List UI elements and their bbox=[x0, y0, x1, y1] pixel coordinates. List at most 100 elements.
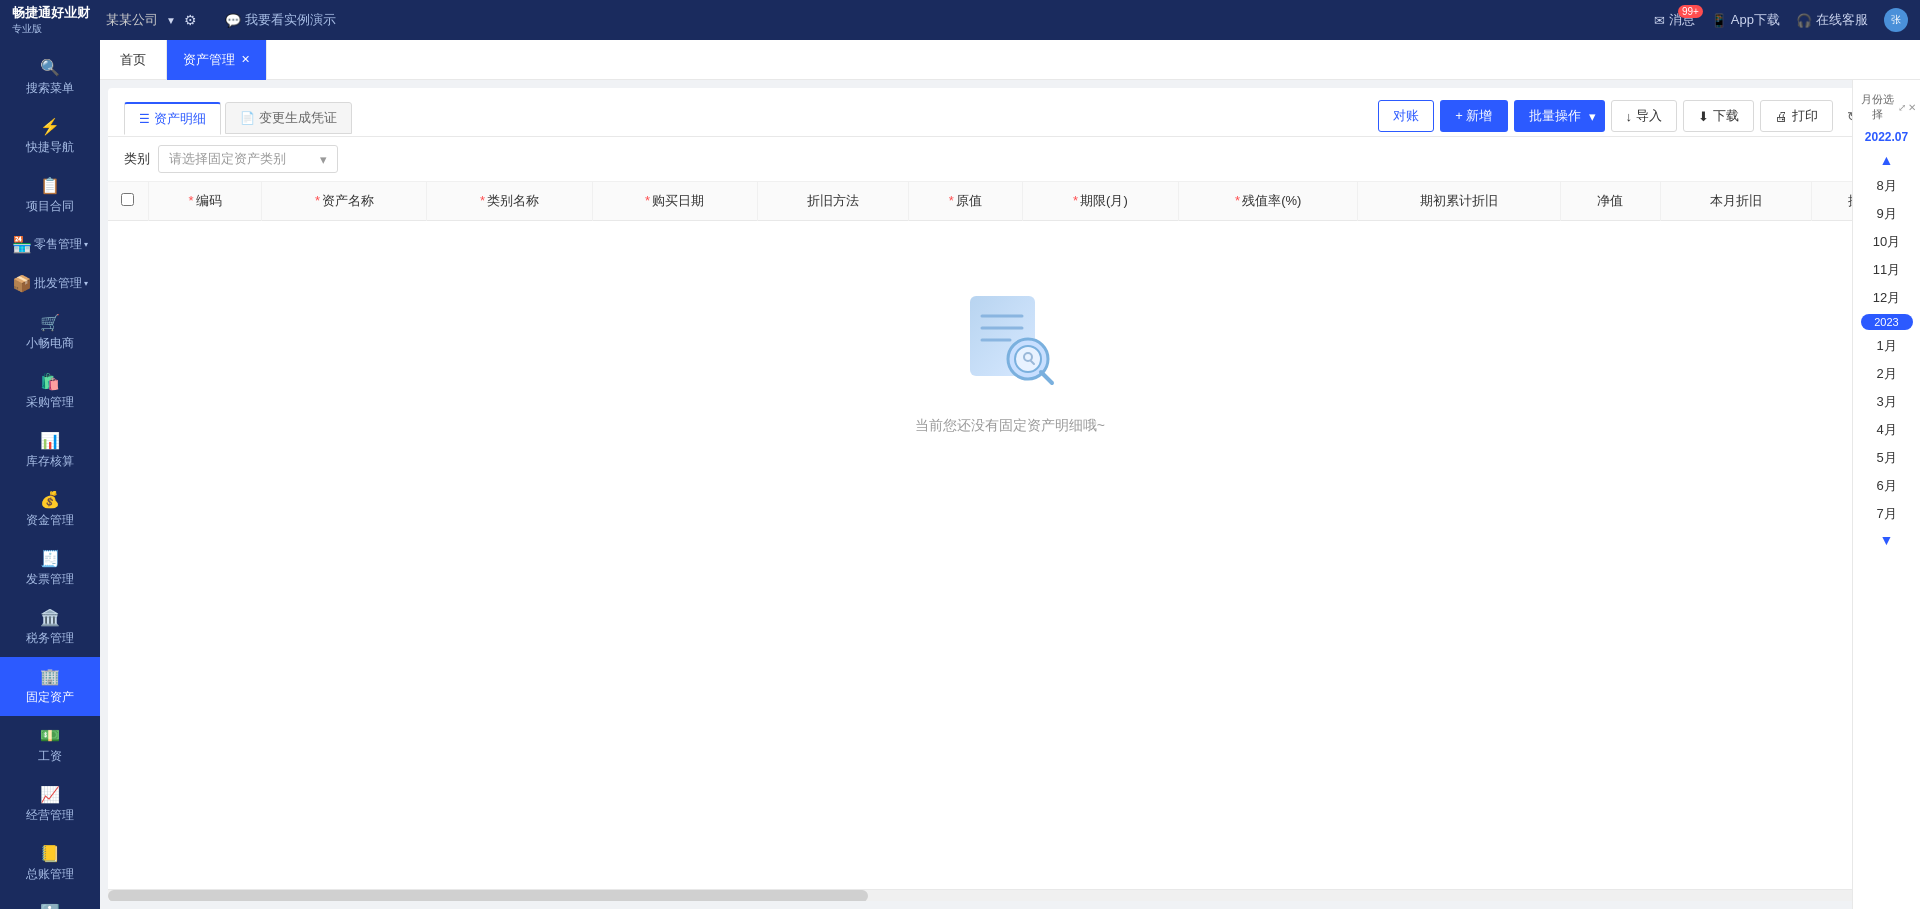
empty-state: 当前您还没有固定资产明细哦~ bbox=[108, 221, 1912, 495]
month-item-1[interactable]: 1月 bbox=[1861, 332, 1913, 360]
month-item-8[interactable]: 8月 bbox=[1861, 172, 1913, 200]
sidebar-item-inventory[interactable]: 📊 库存核算 bbox=[0, 421, 100, 480]
month-item-2[interactable]: 2月 bbox=[1861, 360, 1913, 388]
tab-close-icon[interactable]: ✕ bbox=[241, 53, 250, 66]
online-service-btn[interactable]: 🎧 在线客服 bbox=[1796, 11, 1868, 29]
add-button[interactable]: + 新增 bbox=[1440, 100, 1507, 132]
batch-arrow-icon: ▾ bbox=[1589, 109, 1596, 124]
sidebar-label-invoice-manage: 发票管理 bbox=[26, 571, 74, 588]
filter-label: 类别 bbox=[124, 150, 150, 168]
month-item-11[interactable]: 11月 bbox=[1861, 256, 1913, 284]
month-item-6[interactable]: 6月 bbox=[1861, 472, 1913, 500]
col-period-depreciation: 期初累计折旧 bbox=[1358, 182, 1560, 221]
messages-btn[interactable]: ✉ 消息 99+ bbox=[1654, 11, 1695, 29]
month-panel-close-icon[interactable]: ✕ bbox=[1908, 102, 1916, 113]
top-bar: 畅捷通好业财 专业版 某某公司 ▼ ⚙ 💬 我要看实例演示 ✉ 消息 99+ 📱… bbox=[0, 0, 1920, 40]
select-all-checkbox[interactable] bbox=[121, 193, 134, 206]
sidebar-label-wholesale-manage: 批发管理 bbox=[34, 275, 82, 292]
month-panel-expand-icon[interactable]: ⤢ bbox=[1898, 102, 1906, 113]
col-net-value: 净值 bbox=[1560, 182, 1660, 221]
print-button[interactable]: 🖨 打印 bbox=[1760, 100, 1833, 132]
search-menu-icon: 🔍 bbox=[40, 58, 60, 77]
sidebar-item-project-contract[interactable]: 📋 项目合同 bbox=[0, 166, 100, 225]
sidebar-item-retail-manage[interactable]: 🏪 零售管理 ▾ bbox=[0, 225, 100, 264]
col-asset-name: *资产名称 bbox=[262, 182, 427, 221]
sidebar-item-basic-info[interactable]: ℹ️ 基础信息 bbox=[0, 893, 100, 909]
sub-tab-change-voucher-label: 变更生成凭证 bbox=[259, 109, 337, 127]
app-download-btn[interactable]: 📱 App下载 bbox=[1711, 11, 1780, 29]
sidebar-label-purchase-manage: 采购管理 bbox=[26, 394, 74, 411]
download-icon: 📱 bbox=[1711, 13, 1727, 28]
month-item-3[interactable]: 3月 bbox=[1861, 388, 1913, 416]
settings-icon[interactable]: ⚙ bbox=[184, 12, 197, 28]
month-item-7[interactable]: 7月 bbox=[1861, 500, 1913, 528]
dropdown-arrow-icon[interactable]: ▼ bbox=[166, 15, 176, 26]
wholesale-manage-icon: 📦 bbox=[12, 274, 32, 293]
download-icon: ⬇ bbox=[1698, 109, 1709, 124]
app-edition: 专业版 bbox=[12, 22, 90, 36]
content-area: 首页 资产管理 ✕ ☰ 资产明细 📄 变更生成凭证 bbox=[100, 40, 1920, 909]
month-nav-down-icon[interactable]: ▼ bbox=[1878, 530, 1896, 550]
sidebar-item-fixed-assets[interactable]: 🏢 固定资产 bbox=[0, 657, 100, 716]
tab-home[interactable]: 首页 bbox=[100, 40, 167, 80]
sidebar-item-salary[interactable]: 💵 工资 bbox=[0, 716, 100, 775]
sidebar-item-mini-ecommerce[interactable]: 🛒 小畅电商 bbox=[0, 303, 100, 362]
scrollbar-thumb[interactable] bbox=[108, 890, 868, 901]
download-button[interactable]: ⬇ 下载 bbox=[1683, 100, 1754, 132]
basic-info-icon: ℹ️ bbox=[40, 903, 60, 909]
month-item-5[interactable]: 5月 bbox=[1861, 444, 1913, 472]
print-label: 打印 bbox=[1792, 107, 1818, 125]
month-item-12[interactable]: 12月 bbox=[1861, 284, 1913, 312]
sidebar-item-tax-manage[interactable]: 🏛️ 税务管理 bbox=[0, 598, 100, 657]
demo-text: 我要看实例演示 bbox=[245, 11, 336, 29]
month-nav-up-icon[interactable]: ▲ bbox=[1878, 150, 1896, 170]
category-select[interactable]: 请选择固定资产类别 ▾ bbox=[158, 145, 338, 173]
demo-link[interactable]: 💬 我要看实例演示 bbox=[225, 11, 336, 29]
import-button[interactable]: ↓ 导入 bbox=[1611, 100, 1678, 132]
tab-asset-manage-label: 资产管理 bbox=[183, 51, 235, 69]
sidebar-label-quick-nav: 快捷导航 bbox=[26, 139, 74, 156]
change-voucher-icon: 📄 bbox=[240, 111, 255, 125]
sidebar-item-invoice-manage[interactable]: 🧾 发票管理 bbox=[0, 539, 100, 598]
main-panel: ☰ 资产明细 📄 变更生成凭证 对账 + 新增 批量操作 ▾ bbox=[108, 88, 1912, 901]
month-item-9[interactable]: 9月 bbox=[1861, 200, 1913, 228]
sidebar-item-wholesale-manage[interactable]: 📦 批发管理 ▾ bbox=[0, 264, 100, 303]
sidebar-label-fund-manage: 资金管理 bbox=[26, 512, 74, 529]
month-item-4[interactable]: 4月 bbox=[1861, 416, 1913, 444]
col-residual-rate: *残值率(%) bbox=[1179, 182, 1358, 221]
top-bar-left: 畅捷通好业财 专业版 某某公司 ▼ ⚙ 💬 我要看实例演示 bbox=[12, 4, 1654, 36]
asset-detail-icon: ☰ bbox=[139, 112, 150, 126]
invoice-manage-icon: 🧾 bbox=[40, 549, 60, 568]
col-original-value: *原值 bbox=[908, 182, 1022, 221]
tab-home-label: 首页 bbox=[120, 51, 146, 69]
sidebar-label-inventory: 库存核算 bbox=[26, 453, 74, 470]
sub-tab-asset-detail[interactable]: ☰ 资产明细 bbox=[124, 102, 221, 135]
sidebar-label-search-menu: 搜索菜单 bbox=[26, 80, 74, 97]
sidebar-item-purchase-manage[interactable]: 🛍️ 采购管理 bbox=[0, 362, 100, 421]
col-monthly-depreciation: 本月折旧 bbox=[1660, 182, 1811, 221]
message-icon: ✉ bbox=[1654, 13, 1665, 28]
tab-asset-manage[interactable]: 资产管理 ✕ bbox=[167, 40, 267, 80]
avatar[interactable]: 张 bbox=[1884, 8, 1908, 32]
operation-manage-icon: 📈 bbox=[40, 785, 60, 804]
month-item-10[interactable]: 10月 bbox=[1861, 228, 1913, 256]
sidebar-item-search-menu[interactable]: 🔍 搜索菜单 bbox=[0, 48, 100, 107]
sub-tab-change-voucher[interactable]: 📄 变更生成凭证 bbox=[225, 102, 352, 134]
month-year-2023[interactable]: 2023 bbox=[1861, 314, 1913, 330]
sidebar-item-quick-nav[interactable]: ⚡ 快捷导航 bbox=[0, 107, 100, 166]
batch-button[interactable]: 批量操作 ▾ bbox=[1514, 100, 1605, 132]
sidebar-item-general-ledger[interactable]: 📒 总账管理 bbox=[0, 834, 100, 893]
reconcile-button[interactable]: 对账 bbox=[1378, 100, 1434, 132]
sidebar-item-fund-manage[interactable]: 💰 资金管理 bbox=[0, 480, 100, 539]
sidebar-label-operation-manage: 经营管理 bbox=[26, 807, 74, 824]
col-depreciation-method: 折旧方法 bbox=[757, 182, 908, 221]
retail-manage-arrow-icon: ▾ bbox=[84, 240, 88, 249]
headset-icon: 🎧 bbox=[1796, 13, 1812, 28]
month-panel: 月份选择 ⤢ ✕ 2022.07 ▲ 8月 9月 10月 11月 12月 202… bbox=[1852, 80, 1920, 909]
sub-tabs: ☰ 资产明细 📄 变更生成凭证 对账 + 新增 批量操作 ▾ bbox=[108, 88, 1912, 137]
assets-table: *编码 *资产名称 *类别名称 *购买日期 折旧方法 *原值 *期限(月) *残… bbox=[108, 182, 1912, 495]
quick-nav-icon: ⚡ bbox=[40, 117, 60, 136]
scrollbar-wrapper[interactable] bbox=[108, 889, 1912, 901]
sidebar-item-operation-manage[interactable]: 📈 经营管理 bbox=[0, 775, 100, 834]
page-content: ☰ 资产明细 📄 变更生成凭证 对账 + 新增 批量操作 ▾ bbox=[100, 80, 1920, 909]
